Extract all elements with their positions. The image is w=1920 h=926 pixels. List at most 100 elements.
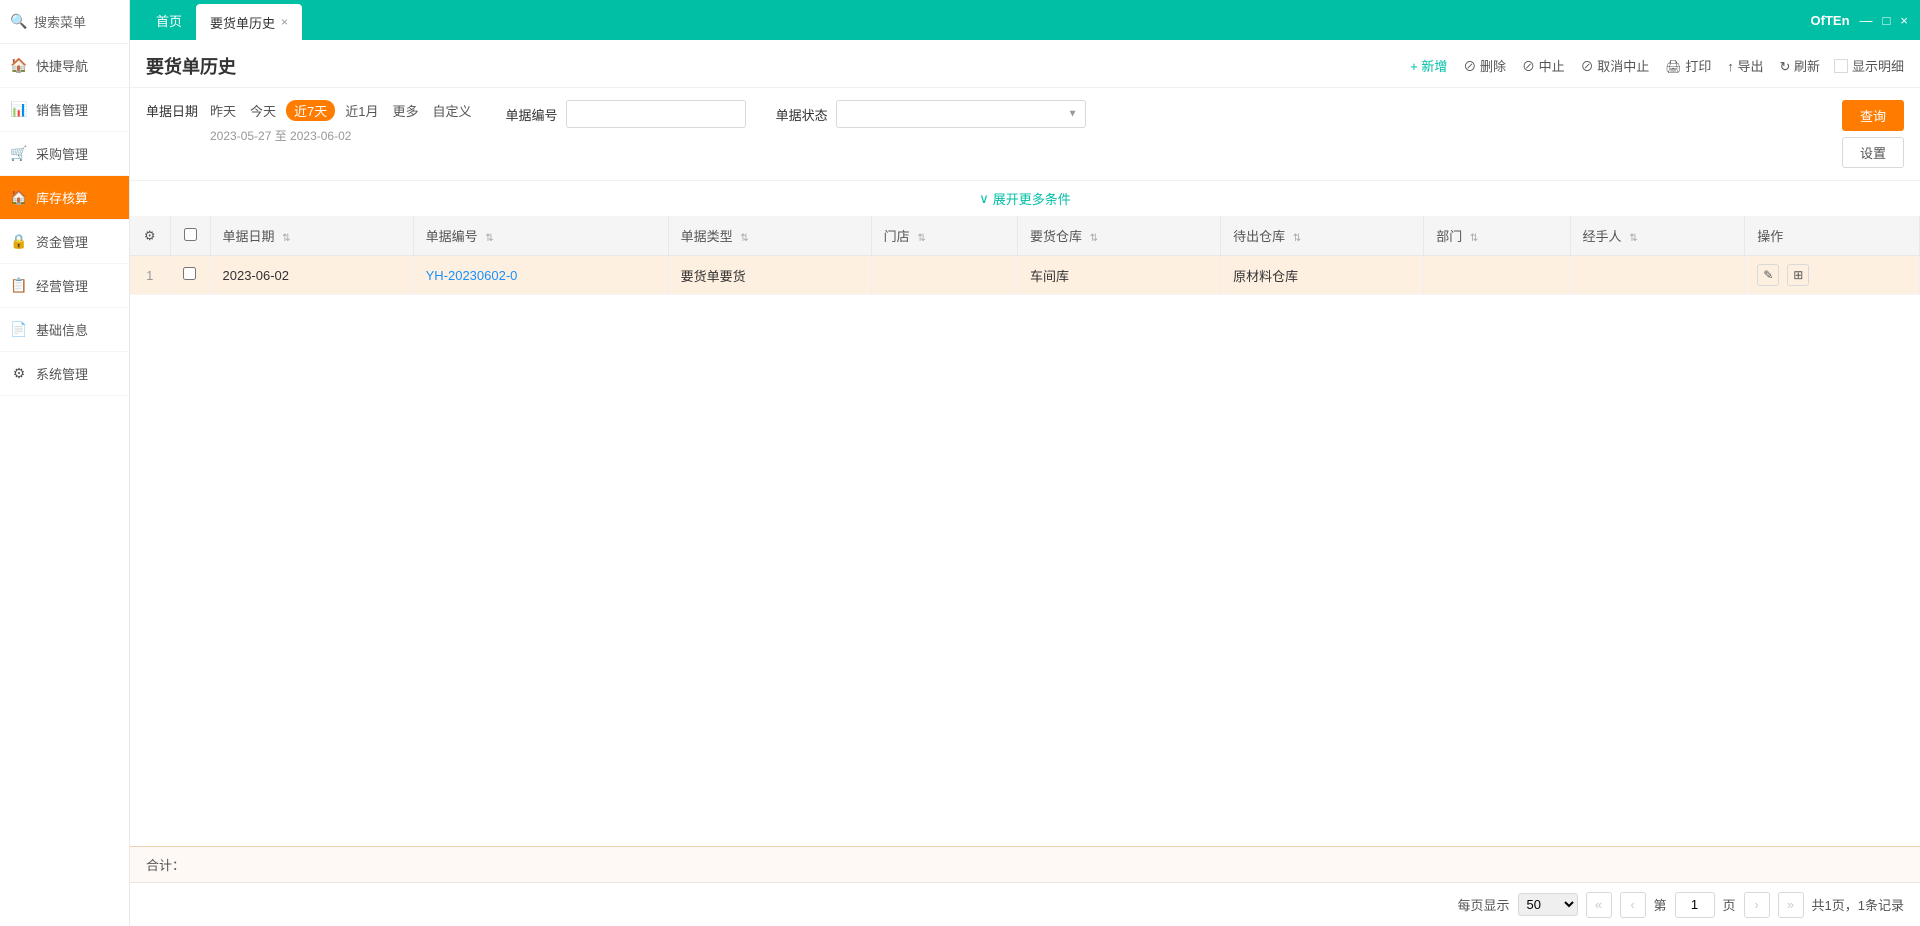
row-checkbox-cell <box>170 256 210 295</box>
page-title: 要货单历史 <box>146 53 236 79</box>
filter-docno-row: 单据编号 <box>506 100 746 128</box>
main-area: 首页 要货单历史 × OfTEn — □ × 要货单历史 + 新增 ⊘ 删除 ⊘… <box>130 0 1920 926</box>
settings-button[interactable]: 设置 <box>1842 137 1904 168</box>
th-doc-no[interactable]: 单据编号 ⇅ <box>413 216 668 256</box>
delete-button[interactable]: ⊘ 删除 <box>1461 52 1508 79</box>
window-close-btn[interactable]: × <box>1900 13 1908 28</box>
export-button[interactable]: ↑ 导出 <box>1725 52 1765 79</box>
date-option-yesterday[interactable]: 昨天 <box>206 100 240 121</box>
page-input[interactable] <box>1675 892 1715 918</box>
first-page-btn[interactable]: « <box>1586 892 1612 918</box>
row-dept <box>1424 256 1570 295</box>
th-doc-type[interactable]: 单据类型 ⇅ <box>668 216 871 256</box>
th-checkbox[interactable] <box>170 216 210 256</box>
th-doc-date[interactable]: 单据日期 ⇅ <box>210 216 413 256</box>
row-doc-date: 2023-06-02 <box>210 256 413 295</box>
refresh-button[interactable]: ↻ 刷新 <box>1777 52 1822 79</box>
date-option-custom[interactable]: 自定义 <box>429 100 476 121</box>
date-option-more[interactable]: 更多 <box>389 100 423 121</box>
date-option-7days[interactable]: 近7天 <box>286 100 335 121</box>
sidebar-item-inventory[interactable]: 🏠 库存核算 <box>0 176 129 220</box>
sidebar-item-base-info[interactable]: 📄 基础信息 <box>0 308 129 352</box>
row-store <box>871 256 1017 295</box>
topbar-right: OfTEn — □ × <box>1811 13 1908 28</box>
sidebar-item-label: 系统管理 <box>36 364 88 383</box>
filter-docno-input[interactable] <box>566 100 746 128</box>
sidebar-item-label: 采购管理 <box>36 144 88 163</box>
tab-requisition-history[interactable]: 要货单历史 × <box>196 4 302 40</box>
filter-actions: 查询 设置 <box>1842 100 1904 168</box>
action-icons: ✎ ⊞ <box>1757 264 1907 286</box>
table-header-row: ⚙ 单据日期 ⇅ 单据编号 ⇅ <box>130 216 1920 256</box>
row-number: 1 <box>130 256 170 295</box>
filter-date-options: 昨天 今天 近7天 近1月 更多 自定义 <box>206 100 476 121</box>
filter-status-select-wrapper <box>836 100 1086 128</box>
doc-no-link[interactable]: YH-20230602-0 <box>426 268 518 283</box>
filter-date-row: 单据日期 昨天 今天 近7天 近1月 更多 自定义 <box>146 100 476 121</box>
expand-more-btn[interactable]: ∨ 展开更多条件 <box>979 185 1071 212</box>
base-info-icon: 📄 <box>10 321 28 339</box>
filter-expand-row: ∨ 展开更多条件 <box>130 181 1920 216</box>
date-option-1month[interactable]: 近1月 <box>341 100 382 121</box>
show-detail-checkbox[interactable] <box>1834 59 1848 73</box>
sort-icon: ⇅ <box>282 233 290 244</box>
th-req-warehouse[interactable]: 要货仓库 ⇅ <box>1018 216 1221 256</box>
sidebar-item-system[interactable]: ⚙ 系统管理 <box>0 352 129 396</box>
row-checkbox[interactable] <box>183 267 196 280</box>
th-handler[interactable]: 经手人 ⇅ <box>1570 216 1745 256</box>
sidebar-item-label: 资金管理 <box>36 232 88 251</box>
settings-icon: ⚙ <box>144 228 156 243</box>
window-maximize-btn[interactable]: □ <box>1883 13 1891 28</box>
sidebar-item-sales[interactable]: 📊 销售管理 <box>0 88 129 132</box>
chevron-down-icon: ∨ <box>979 191 989 207</box>
query-button[interactable]: 查询 <box>1842 100 1904 131</box>
per-page-select[interactable]: 50 100 <box>1518 893 1578 916</box>
sort-icon: ⇅ <box>1629 233 1637 244</box>
sidebar-item-purchase[interactable]: 🛒 采购管理 <box>0 132 129 176</box>
sidebar-item-label: 快捷导航 <box>36 56 88 75</box>
th-dept[interactable]: 部门 ⇅ <box>1424 216 1570 256</box>
select-all-checkbox[interactable] <box>184 228 197 241</box>
tab-close-icon[interactable]: × <box>281 15 288 29</box>
new-button[interactable]: + 新增 <box>1408 52 1449 79</box>
date-option-today[interactable]: 今天 <box>246 100 280 121</box>
pagination-info: 共1页，1条记录 <box>1812 895 1904 914</box>
show-detail-toggle[interactable]: 显示明细 <box>1834 56 1904 75</box>
operations-icon: 📋 <box>10 277 28 295</box>
sidebar-item-quick-nav[interactable]: 🏠 快捷导航 <box>0 44 129 88</box>
filter-status-group: 单据状态 <box>776 100 1086 128</box>
sort-icon: ⇅ <box>1090 233 1098 244</box>
sidebar: 🔍 搜索菜单 🏠 快捷导航 📊 销售管理 🛒 采购管理 🏠 库存核算 🔒 资金管… <box>0 0 130 926</box>
last-page-btn[interactable]: » <box>1778 892 1804 918</box>
th-store[interactable]: 门店 ⇅ <box>871 216 1017 256</box>
finance-icon: 🔒 <box>10 233 28 251</box>
row-edit-icon[interactable]: ✎ <box>1757 264 1779 286</box>
page-label: 第 <box>1654 895 1667 914</box>
inventory-icon: 🏠 <box>10 189 28 207</box>
th-pending-warehouse[interactable]: 待出仓库 ⇅ <box>1221 216 1424 256</box>
filter-status-select[interactable] <box>836 100 1086 128</box>
prev-page-btn[interactable]: ‹ <box>1620 892 1646 918</box>
sidebar-item-finance[interactable]: 🔒 资金管理 <box>0 220 129 264</box>
window-minimize-btn[interactable]: — <box>1860 13 1873 28</box>
row-handler <box>1570 256 1745 295</box>
sidebar-item-label: 基础信息 <box>36 320 88 339</box>
print-button[interactable]: 🖨 打印 <box>1663 52 1713 79</box>
pagination-bar: 每页显示 50 100 « ‹ 第 页 › » 共1页，1条记录 <box>130 882 1920 926</box>
tab-home[interactable]: 首页 <box>142 0 196 40</box>
th-settings[interactable]: ⚙ <box>130 216 170 256</box>
sidebar-search[interactable]: 🔍 搜索菜单 <box>0 0 129 44</box>
sidebar-item-operations[interactable]: 📋 经营管理 <box>0 264 129 308</box>
table-area: ⚙ 单据日期 ⇅ 单据编号 ⇅ <box>130 216 1920 846</box>
next-page-btn[interactable]: › <box>1744 892 1770 918</box>
row-req-warehouse: 车间库 <box>1018 256 1221 295</box>
cancel-stop-button[interactable]: ⊘ 取消中止 <box>1579 52 1652 79</box>
filter-date-range: 2023-05-27 至 2023-06-02 <box>210 127 351 144</box>
sidebar-item-label: 经营管理 <box>36 276 88 295</box>
stop-button[interactable]: ⊘ 中止 <box>1520 52 1567 79</box>
filter-status-label: 单据状态 <box>776 105 828 124</box>
table-footer: 合计： <box>130 846 1920 882</box>
toolbar: + 新增 ⊘ 删除 ⊘ 中止 ⊘ 取消中止 🖨 打印 ↑ 导出 ↻ 刷新 显示明… <box>1408 52 1904 79</box>
row-doc-no[interactable]: YH-20230602-0 <box>413 256 668 295</box>
row-delete-icon[interactable]: ⊞ <box>1787 264 1809 286</box>
